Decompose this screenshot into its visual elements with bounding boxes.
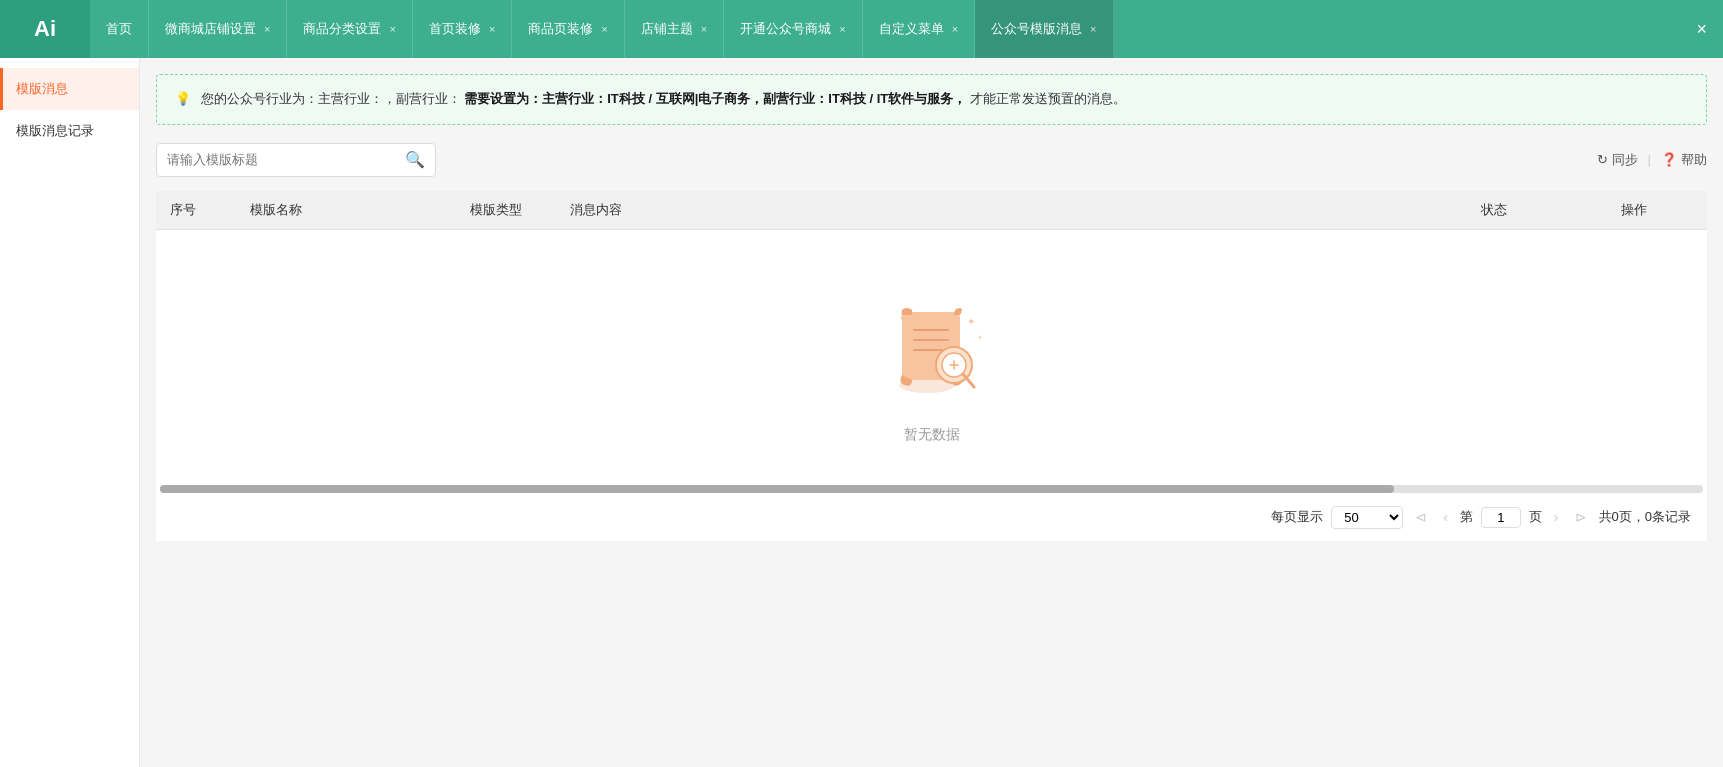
page-size-label: 每页显示: [1271, 508, 1323, 526]
col-header-action: 操作: [1607, 191, 1707, 230]
sync-icon: ↻: [1597, 152, 1608, 167]
logo: Ai: [0, 0, 90, 58]
help-button[interactable]: ❓ 帮助: [1661, 151, 1707, 169]
nav-tab-store-theme[interactable]: 店铺主题 ×: [625, 0, 724, 58]
col-header-name: 模版名称: [236, 191, 456, 230]
search-actions: ↻ 同步 | ❓ 帮助: [1597, 151, 1707, 169]
page-prefix: 第: [1460, 508, 1473, 526]
nav-tab-close-template-msg[interactable]: ×: [1090, 23, 1096, 35]
notice-icon: 💡: [175, 91, 191, 106]
page-label: 页: [1529, 508, 1542, 526]
nav-tabs: 首页 微商城店铺设置 × 商品分类设置 × 首页装修 × 商品页装修 × 店铺主…: [90, 0, 1680, 58]
prev-page-button[interactable]: ‹: [1439, 507, 1452, 527]
empty-state: ✦ ✦ 暂无数据: [156, 230, 1707, 484]
nav-tab-template-msg[interactable]: 公众号模版消息 ×: [975, 0, 1113, 58]
col-header-index: 序号: [156, 191, 236, 230]
table-header-row: 序号 模版名称 模版类型 消息内容 状态 操作: [156, 191, 1707, 230]
first-page-button[interactable]: ⊲: [1411, 507, 1431, 527]
nav-tab-close-home-decoration[interactable]: ×: [489, 23, 495, 35]
nav-tab-close-store-theme[interactable]: ×: [701, 23, 707, 35]
nav-tab-home-decoration[interactable]: 首页装修 ×: [413, 0, 512, 58]
nav-tab-category-settings[interactable]: 商品分类设置 ×: [287, 0, 412, 58]
nav-tab-close-shop-settings[interactable]: ×: [264, 23, 270, 35]
search-input-wrap: 🔍: [156, 143, 436, 177]
scrollbar-area[interactable]: [156, 484, 1707, 494]
nav-tab-product-decoration[interactable]: 商品页装修 ×: [512, 0, 624, 58]
svg-text:✦: ✦: [977, 334, 983, 341]
notice-box: 💡 您的公众号行业为：主营行业：，副营行业： 需要设置为：主营行业：IT科技 /…: [156, 74, 1707, 125]
nav-tab-close-custom-menu[interactable]: ×: [952, 23, 958, 35]
total-text: 共0页，0条记录: [1599, 508, 1691, 526]
nav-tab-close-category-settings[interactable]: ×: [389, 23, 395, 35]
sidebar: 模版消息 模版消息记录: [0, 58, 140, 767]
svg-text:✦: ✦: [967, 316, 975, 327]
search-icon[interactable]: 🔍: [405, 150, 425, 169]
main-layout: 模版消息 模版消息记录 💡 您的公众号行业为：主营行业：，副营行业： 需要设置为…: [0, 58, 1723, 767]
empty-text: 暂无数据: [156, 426, 1707, 444]
top-nav: Ai 首页 微商城店铺设置 × 商品分类设置 × 首页装修 × 商品页装修 × …: [0, 0, 1723, 58]
scrollbar-thumb[interactable]: [160, 485, 1394, 493]
nav-tab-home[interactable]: 首页: [90, 0, 149, 58]
table-wrapper: 序号 模版名称 模版类型 消息内容 状态 操作: [156, 191, 1707, 541]
divider: |: [1648, 152, 1651, 167]
search-input[interactable]: [167, 152, 405, 167]
col-header-type: 模版类型: [456, 191, 556, 230]
search-bar: 🔍 ↻ 同步 | ❓ 帮助: [156, 143, 1707, 177]
help-icon: ❓: [1661, 152, 1677, 167]
scrollbar-track: [160, 485, 1703, 493]
sidebar-item-template-message[interactable]: 模版消息: [0, 68, 139, 110]
page-size-select[interactable]: 50 10 20 100: [1331, 506, 1403, 529]
table-empty-row: ✦ ✦ 暂无数据: [156, 229, 1707, 484]
col-header-content: 消息内容: [556, 191, 1467, 230]
next-page-button[interactable]: ›: [1550, 507, 1563, 527]
nav-tab-custom-menu[interactable]: 自定义菜单 ×: [863, 0, 975, 58]
nav-tab-close-open-mall[interactable]: ×: [839, 23, 845, 35]
empty-icon: ✦ ✦: [872, 290, 992, 410]
sidebar-item-template-message-record[interactable]: 模版消息记录: [0, 110, 139, 152]
page-number-input[interactable]: [1481, 507, 1521, 528]
nav-tab-close-product-decoration[interactable]: ×: [601, 23, 607, 35]
nav-tab-open-mall[interactable]: 开通公众号商城 ×: [724, 0, 862, 58]
sync-button[interactable]: ↻ 同步: [1597, 151, 1638, 169]
nav-tab-shop-settings[interactable]: 微商城店铺设置 ×: [149, 0, 287, 58]
close-all-button[interactable]: ×: [1680, 19, 1723, 40]
content-area: 💡 您的公众号行业为：主营行业：，副营行业： 需要设置为：主营行业：IT科技 /…: [140, 58, 1723, 767]
pagination: 每页显示 50 10 20 100 ⊲ ‹ 第 页 › ⊳ 共0页，0条记录: [156, 494, 1707, 541]
last-page-button[interactable]: ⊳: [1571, 507, 1591, 527]
data-table: 序号 模版名称 模版类型 消息内容 状态 操作: [156, 191, 1707, 484]
col-header-status: 状态: [1467, 191, 1607, 230]
